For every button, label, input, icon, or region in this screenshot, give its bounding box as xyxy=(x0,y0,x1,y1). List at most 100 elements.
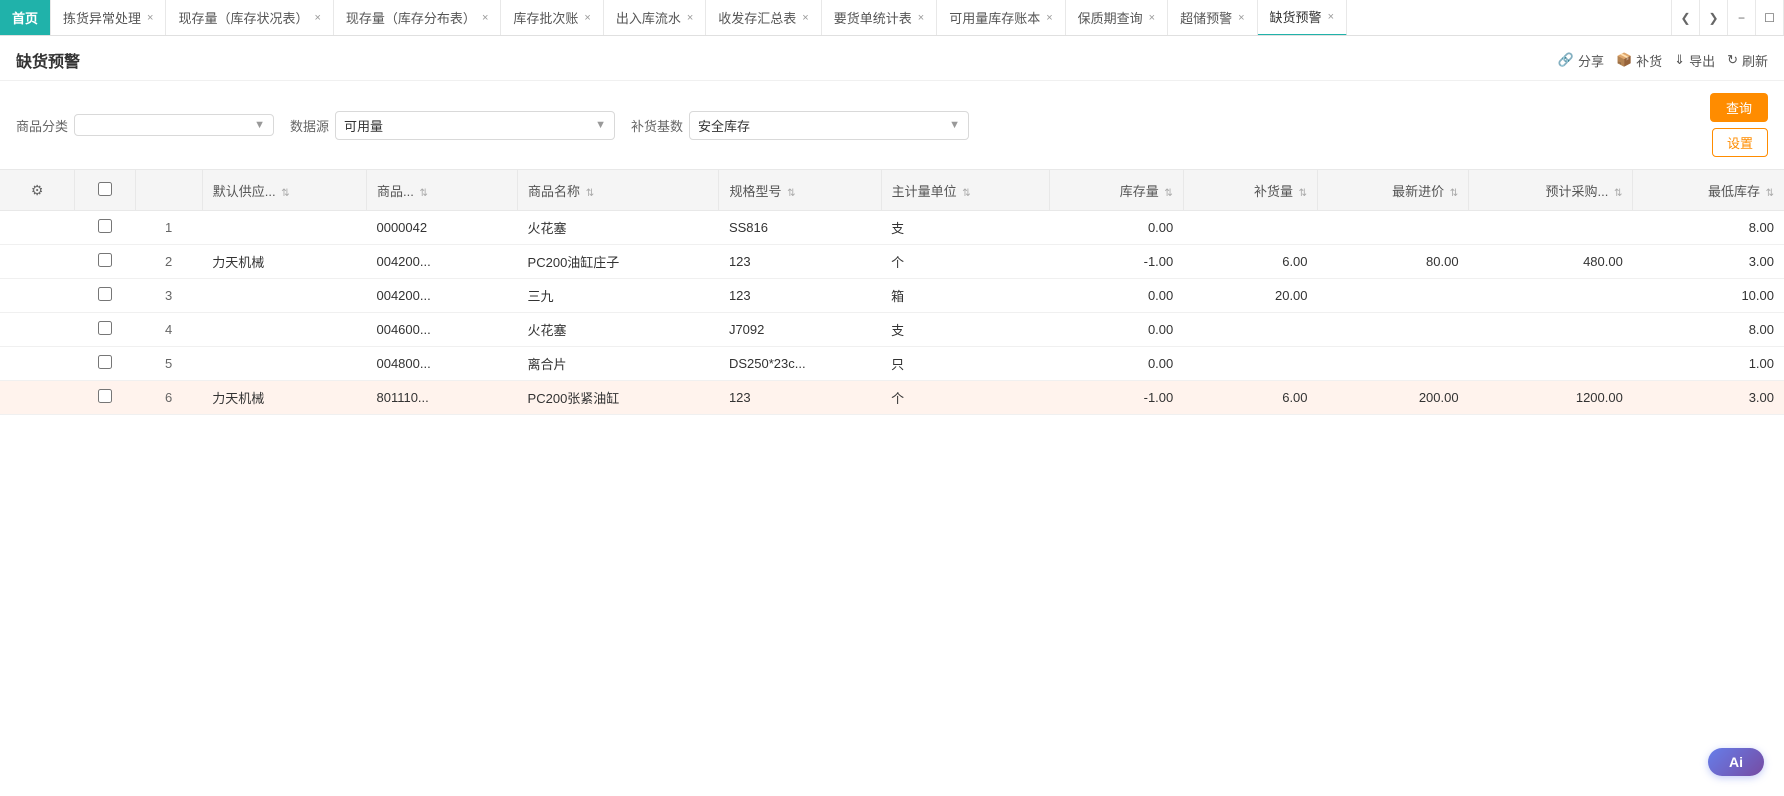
row-price-cell xyxy=(1318,313,1469,347)
row-replenish-cell xyxy=(1183,313,1317,347)
ai-button[interactable]: Ai xyxy=(1708,748,1764,776)
share-button[interactable]: 🔗 分享 xyxy=(1558,51,1604,70)
col-header-unit[interactable]: 主计量单位 ⇅ xyxy=(881,170,1049,211)
col-header-name[interactable]: 商品名称 ⇅ xyxy=(518,170,719,211)
row-replenish-cell: 20.00 xyxy=(1183,279,1317,313)
row-name-cell: 火花塞 xyxy=(518,211,719,245)
data-table: ⚙ 默认供应... ⇅ 商品... ⇅ 商品名称 xyxy=(0,169,1784,415)
tab-demand-stats-close[interactable]: × xyxy=(918,12,924,24)
sort-unit-icon: ⇅ xyxy=(962,188,970,199)
tab-stock-status-close[interactable]: × xyxy=(314,12,320,24)
tab-available-ledger[interactable]: 可用量库存账本 × xyxy=(937,0,1065,36)
tab-inout-flow-label: 出入库流水 xyxy=(616,8,681,27)
replenish-button[interactable]: 📦 补货 xyxy=(1616,51,1662,70)
row-checkbox-3[interactable] xyxy=(98,321,112,335)
col-header-stock[interactable]: 库存量 ⇅ xyxy=(1049,170,1183,211)
row-checkbox-0[interactable] xyxy=(98,219,112,233)
select-all-checkbox[interactable] xyxy=(98,182,112,196)
row-replenish-cell: 6.00 xyxy=(1183,381,1317,415)
tab-stock-dist-close[interactable]: × xyxy=(482,12,488,24)
tab-inout-flow-close[interactable]: × xyxy=(687,12,693,24)
refresh-button[interactable]: ↻ 刷新 xyxy=(1727,51,1768,70)
row-checkbox-2[interactable] xyxy=(98,287,112,301)
row-supplier-cell xyxy=(202,279,366,313)
sort-price-icon: ⇅ xyxy=(1450,188,1458,199)
col-header-spec[interactable]: 规格型号 ⇅ xyxy=(719,170,881,211)
col-header-code[interactable]: 商品... ⇅ xyxy=(366,170,517,211)
sort-spec-icon: ⇅ xyxy=(787,188,795,199)
tab-home-label: 首页 xyxy=(12,8,38,27)
tab-minimize-button[interactable]: − xyxy=(1728,0,1756,36)
row-name-cell: 三九 xyxy=(518,279,719,313)
query-button[interactable]: 查询 xyxy=(1710,93,1768,122)
tab-demand-stats[interactable]: 要货单统计表 × xyxy=(822,0,937,36)
row-checkbox-5[interactable] xyxy=(98,389,112,403)
tab-overstock[interactable]: 超储预警 × xyxy=(1168,0,1257,36)
tab-recv-summary[interactable]: 收发存汇总表 × xyxy=(706,0,821,36)
tab-prev-button[interactable]: ❮ xyxy=(1672,0,1700,36)
tab-inout-flow[interactable]: 出入库流水 × xyxy=(604,0,706,36)
row-estimate-cell xyxy=(1469,313,1633,347)
tab-available-ledger-label: 可用量库存账本 xyxy=(949,8,1040,27)
tab-stock-dist[interactable]: 现存量（库存分布表） × xyxy=(334,0,501,36)
table-header-row: ⚙ 默认供应... ⇅ 商品... ⇅ 商品名称 xyxy=(0,170,1784,211)
tab-maximize-button[interactable]: ☐ xyxy=(1756,0,1784,36)
datasource-select[interactable]: 可用量 ▼ xyxy=(335,111,615,140)
col-header-supplier[interactable]: 默认供应... ⇅ xyxy=(202,170,366,211)
tab-exception[interactable]: 拣货异常处理 × xyxy=(51,0,166,36)
row-checkbox-cell xyxy=(75,347,135,381)
category-filter-item: 商品分类 ▼ xyxy=(16,114,274,136)
col-header-gear: ⚙ xyxy=(0,170,75,211)
col-header-replenish[interactable]: 补货量 ⇅ xyxy=(1183,170,1317,211)
tab-expiry-query[interactable]: 保质期查询 × xyxy=(1066,0,1168,36)
filter-actions: 查询 设置 xyxy=(1710,93,1768,157)
row-gear-cell xyxy=(0,279,75,313)
row-unit-cell: 个 xyxy=(881,245,1049,279)
row-checkbox-cell xyxy=(75,245,135,279)
gear-icon[interactable]: ⚙ xyxy=(25,178,49,202)
category-select[interactable]: ▼ xyxy=(74,114,274,136)
row-stock-cell: -1.00 xyxy=(1049,245,1183,279)
row-estimate-cell xyxy=(1469,279,1633,313)
tab-expiry-query-label: 保质期查询 xyxy=(1078,8,1143,27)
share-icon: 🔗 xyxy=(1558,52,1574,68)
row-checkbox-4[interactable] xyxy=(98,355,112,369)
replenish-base-select[interactable]: 安全库存 ▼ xyxy=(689,111,969,140)
row-code-cell: 004800... xyxy=(366,347,517,381)
tab-home[interactable]: 首页 xyxy=(0,0,51,36)
row-unit-cell: 个 xyxy=(881,381,1049,415)
tab-recv-summary-label: 收发存汇总表 xyxy=(718,8,796,27)
row-estimate-cell xyxy=(1469,211,1633,245)
row-gear-cell xyxy=(0,381,75,415)
row-estimate-cell: 1200.00 xyxy=(1469,381,1633,415)
tab-overstock-close[interactable]: × xyxy=(1238,12,1244,24)
tab-batch-account[interactable]: 库存批次账 × xyxy=(501,0,603,36)
tab-shortage[interactable]: 缺货预警 × xyxy=(1258,0,1347,36)
col-header-est-purchase[interactable]: 预计采购... ⇅ xyxy=(1469,170,1633,211)
tab-stock-status[interactable]: 现存量（库存状况表） × xyxy=(166,0,333,36)
settings-button[interactable]: 设置 xyxy=(1712,128,1768,157)
row-checkbox-1[interactable] xyxy=(98,253,112,267)
col-header-latest-price[interactable]: 最新进价 ⇅ xyxy=(1318,170,1469,211)
tab-expiry-query-close[interactable]: × xyxy=(1149,12,1155,24)
table-row: 3 004200... 三九 123 箱 0.00 20.00 10.00 xyxy=(0,279,1784,313)
sort-replenish-icon: ⇅ xyxy=(1299,188,1307,199)
row-unit-cell: 支 xyxy=(881,211,1049,245)
row-price-cell xyxy=(1318,279,1469,313)
tab-shortage-close[interactable]: × xyxy=(1328,11,1334,23)
tab-exception-close[interactable]: × xyxy=(147,12,153,24)
row-checkbox-cell xyxy=(75,313,135,347)
sort-code-icon: ⇅ xyxy=(419,188,427,199)
tab-batch-account-close[interactable]: × xyxy=(584,12,590,24)
tab-next-button[interactable]: ❯ xyxy=(1700,0,1728,36)
row-gear-cell xyxy=(0,347,75,381)
tab-demand-stats-label: 要货单统计表 xyxy=(834,8,912,27)
row-code-cell: 004600... xyxy=(366,313,517,347)
tab-available-ledger-close[interactable]: × xyxy=(1046,12,1052,24)
export-icon: ⇓ xyxy=(1674,52,1685,68)
col-header-min-stock[interactable]: 最低库存 ⇅ xyxy=(1633,170,1784,211)
tab-recv-summary-close[interactable]: × xyxy=(802,12,808,24)
filter-bar: 商品分类 ▼ 数据源 可用量 ▼ 补货基数 安全库存 ▼ 查询 设置 xyxy=(0,81,1784,169)
tab-nav-buttons: ❮ ❯ − ☐ xyxy=(1671,0,1784,36)
export-button[interactable]: ⇓ 导出 xyxy=(1674,51,1715,70)
